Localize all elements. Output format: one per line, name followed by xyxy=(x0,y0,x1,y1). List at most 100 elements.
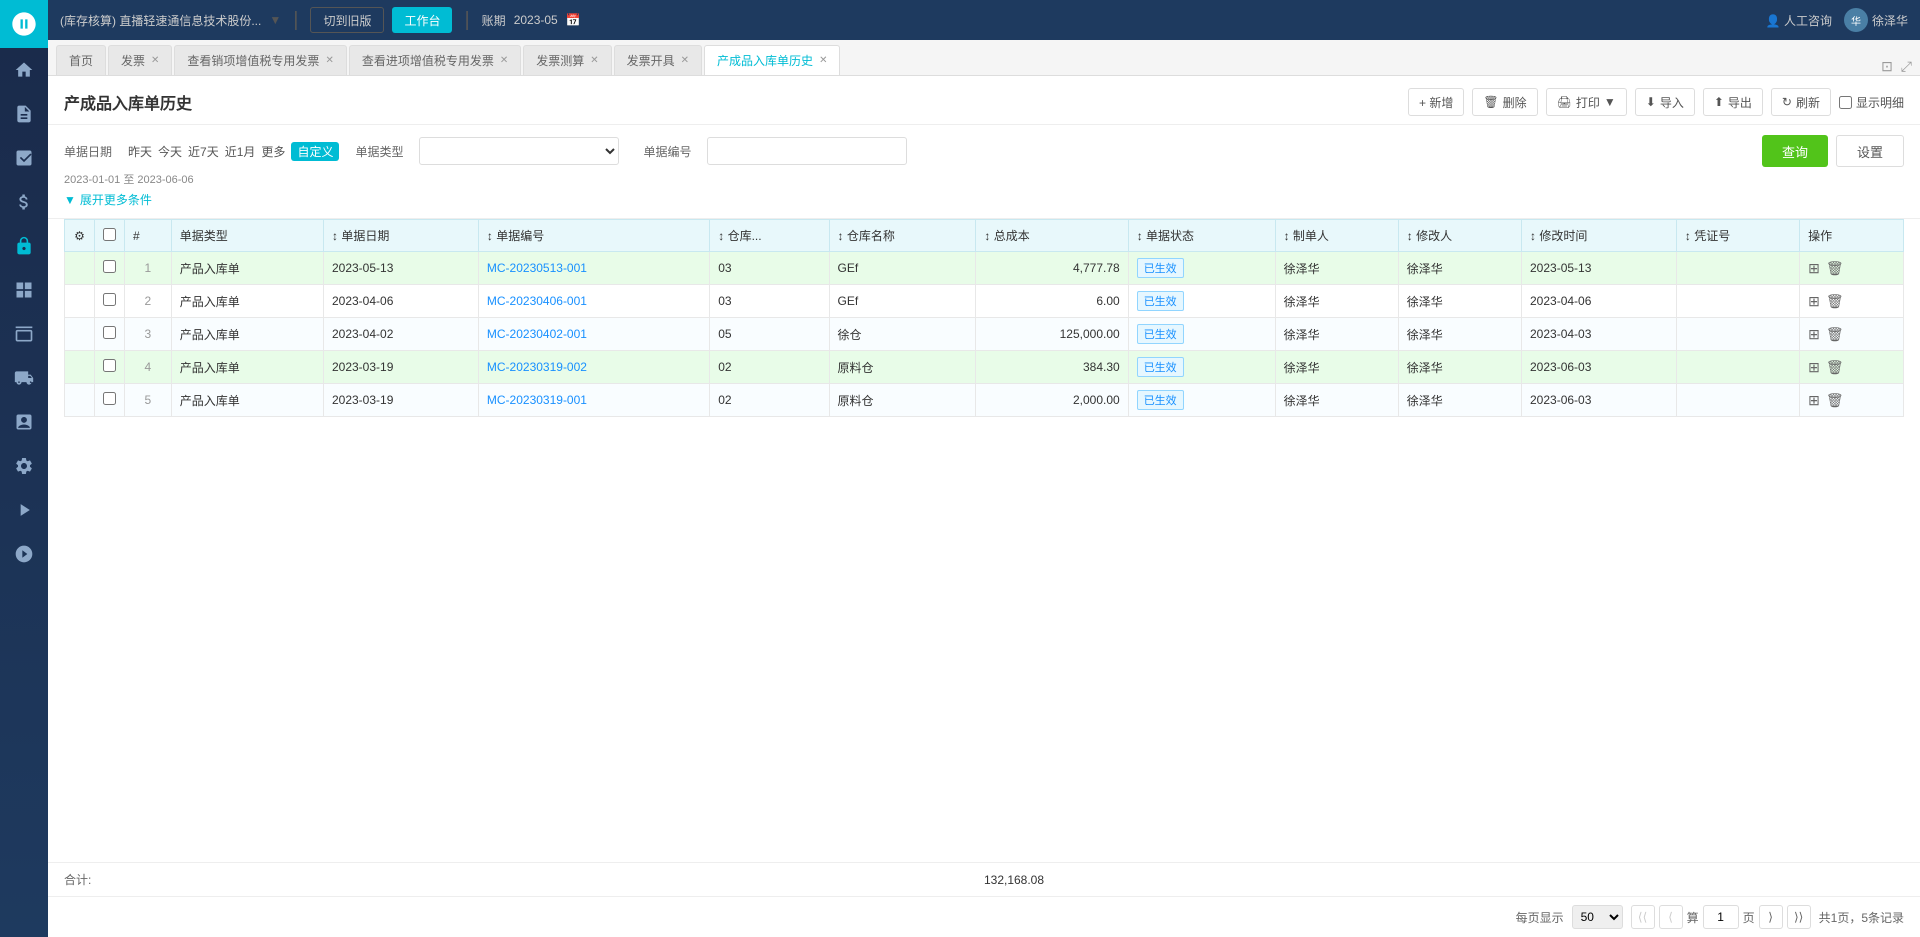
th-modify-time[interactable]: ↕ 修改时间 xyxy=(1522,220,1677,252)
import-button[interactable]: ⬇ 导入 xyxy=(1635,88,1695,116)
row-checkbox[interactable] xyxy=(95,384,125,417)
th-status[interactable]: ↕ 单据状态 xyxy=(1128,220,1275,252)
row-edit-icon[interactable]: ⊞ xyxy=(1808,326,1820,343)
number-filter-input[interactable] xyxy=(707,137,907,165)
tab-invoice-calc[interactable]: 发票测算 ✕ xyxy=(523,45,611,75)
new-button[interactable]: + 新增 xyxy=(1408,88,1464,116)
print-icon: 🖨 xyxy=(1557,95,1572,109)
tab-sales-vat-label: 查看销项增值税专用发票 xyxy=(187,52,319,69)
export-button[interactable]: ⬆ 导出 xyxy=(1703,88,1763,116)
today-shortcut[interactable]: 今天 xyxy=(158,143,182,160)
row-number-link[interactable]: MC-20230406-001 xyxy=(487,294,587,308)
th-creator[interactable]: ↕ 制单人 xyxy=(1275,220,1398,252)
th-modifier[interactable]: ↕ 修改人 xyxy=(1398,220,1521,252)
tab-invoice-open[interactable]: 发票开具 ✕ xyxy=(614,45,702,75)
page-size-select[interactable]: 50 20 100 xyxy=(1572,905,1623,929)
sidebar-item-box[interactable] xyxy=(0,312,48,356)
tab-home[interactable]: 首页 xyxy=(56,45,106,75)
window-restore-button[interactable]: ⊡ xyxy=(1881,58,1893,75)
row-warehouse-code: 03 xyxy=(710,285,829,318)
window-maximize-button[interactable]: ⤢ xyxy=(1901,58,1912,75)
last-page-button[interactable]: ⟩⟩ xyxy=(1787,905,1811,929)
tab-purchase-vat[interactable]: 查看进项增值税专用发票 ✕ xyxy=(349,45,521,75)
th-settings[interactable]: ⚙ xyxy=(65,220,95,252)
tab-product-history[interactable]: 产成品入库单历史 ✕ xyxy=(704,45,840,75)
sidebar-item-document[interactable] xyxy=(0,92,48,136)
row-modify-time: 2023-04-06 xyxy=(1522,285,1677,318)
row-delete-icon[interactable]: 🗑 xyxy=(1826,326,1844,343)
row-delete-icon[interactable]: 🗑 xyxy=(1826,293,1844,310)
workbench-button[interactable]: 工作台 xyxy=(392,7,452,33)
help-label[interactable]: 👤 人工咨询 xyxy=(1766,12,1832,29)
tab-invoice[interactable]: 发票 ✕ xyxy=(108,45,172,75)
show-detail-toggle[interactable]: 显示明细 xyxy=(1839,94,1904,111)
tab-product-history-close[interactable]: ✕ xyxy=(819,55,827,66)
th-number[interactable]: ↕ 单据编号 xyxy=(478,220,709,252)
row-checkbox[interactable] xyxy=(95,351,125,384)
switch-version-button[interactable]: 切到旧版 xyxy=(310,7,384,33)
row-checkbox[interactable] xyxy=(95,252,125,285)
expand-more[interactable]: ▼ 展开更多条件 xyxy=(64,191,1904,208)
tab-purchase-vat-close[interactable]: ✕ xyxy=(500,55,508,66)
custom-shortcut[interactable]: 自定义 xyxy=(291,142,339,161)
next-page-button[interactable]: ⟩ xyxy=(1759,905,1783,929)
sidebar-item-grid[interactable] xyxy=(0,268,48,312)
prev-page-button[interactable]: ⟨ xyxy=(1659,905,1683,929)
set-button[interactable]: 设置 xyxy=(1836,135,1904,167)
more-shortcut[interactable]: 更多 xyxy=(261,143,285,160)
th-warehouse-code[interactable]: ↕ 仓库... xyxy=(710,220,829,252)
sidebar-item-version[interactable] xyxy=(0,532,48,576)
date-range-text: 2023-01-01 至 2023-06-06 xyxy=(64,174,194,186)
tab-invoice-open-close[interactable]: ✕ xyxy=(681,55,689,66)
query-button[interactable]: 查询 xyxy=(1762,135,1828,167)
tab-invoice-calc-close[interactable]: ✕ xyxy=(590,55,598,66)
sidebar-item-lock[interactable] xyxy=(0,224,48,268)
th-warehouse-name[interactable]: ↕ 仓库名称 xyxy=(829,220,976,252)
row-number: MC-20230513-001 xyxy=(478,252,709,285)
select-all-checkbox[interactable] xyxy=(103,228,116,241)
row-edit-icon[interactable]: ⊞ xyxy=(1808,359,1820,376)
row-number-link[interactable]: MC-20230402-001 xyxy=(487,327,587,341)
show-detail-checkbox[interactable] xyxy=(1839,96,1852,109)
th-total-cost[interactable]: ↕ 总成本 xyxy=(976,220,1128,252)
sidebar-item-home[interactable] xyxy=(0,48,48,92)
th-voucher[interactable]: ↕ 凭证号 xyxy=(1676,220,1799,252)
row-checkbox[interactable] xyxy=(95,318,125,351)
th-checkbox[interactable] xyxy=(95,220,125,252)
row-edit-icon[interactable]: ⊞ xyxy=(1808,293,1820,310)
row-voucher xyxy=(1676,285,1799,318)
delete-button[interactable]: 🗑 删除 xyxy=(1472,88,1537,116)
user-info[interactable]: 华 徐泽华 xyxy=(1844,8,1908,32)
tab-sales-vat[interactable]: 查看销项增值税专用发票 ✕ xyxy=(174,45,346,75)
last7-shortcut[interactable]: 近7天 xyxy=(188,143,219,160)
print-label: 打印 xyxy=(1576,94,1600,111)
row-delete-icon[interactable]: 🗑 xyxy=(1826,392,1844,409)
row-checkbox[interactable] xyxy=(95,285,125,318)
row-number-link[interactable]: MC-20230319-001 xyxy=(487,393,587,407)
row-delete-icon[interactable]: 🗑 xyxy=(1826,260,1844,277)
last1m-shortcut[interactable]: 近1月 xyxy=(225,143,256,160)
page-number-input[interactable] xyxy=(1703,905,1739,929)
tab-sales-vat-close[interactable]: ✕ xyxy=(325,55,333,66)
sidebar-item-truck[interactable] xyxy=(0,356,48,400)
sidebar-item-settings[interactable] xyxy=(0,444,48,488)
row-edit-icon[interactable]: ⊞ xyxy=(1808,260,1820,277)
th-date[interactable]: ↕ 单据日期 xyxy=(323,220,478,252)
tab-invoice-close[interactable]: ✕ xyxy=(151,55,159,66)
refresh-button[interactable]: ↻ 刷新 xyxy=(1771,88,1831,116)
sidebar-item-money[interactable] xyxy=(0,180,48,224)
row-warehouse-name: 原料仓 xyxy=(829,351,976,384)
print-button[interactable]: 🖨 打印 ▼ xyxy=(1546,88,1627,116)
first-page-button[interactable]: ⟨⟨ xyxy=(1631,905,1655,929)
row-delete-icon[interactable]: 🗑 xyxy=(1826,359,1844,376)
row-number-link[interactable]: MC-20230513-001 xyxy=(487,261,587,275)
row-number-link[interactable]: MC-20230319-002 xyxy=(487,360,587,374)
sidebar-item-play[interactable] xyxy=(0,488,48,532)
sidebar-item-chart[interactable] xyxy=(0,136,48,180)
type-filter-select[interactable] xyxy=(419,137,619,165)
date-shortcuts: 昨天 今天 近7天 近1月 更多 自定义 xyxy=(128,142,339,161)
sidebar-item-report[interactable] xyxy=(0,400,48,444)
row-edit-icon[interactable]: ⊞ xyxy=(1808,392,1820,409)
tab-invoice-calc-label: 发票测算 xyxy=(536,52,584,69)
yesterday-shortcut[interactable]: 昨天 xyxy=(128,143,152,160)
